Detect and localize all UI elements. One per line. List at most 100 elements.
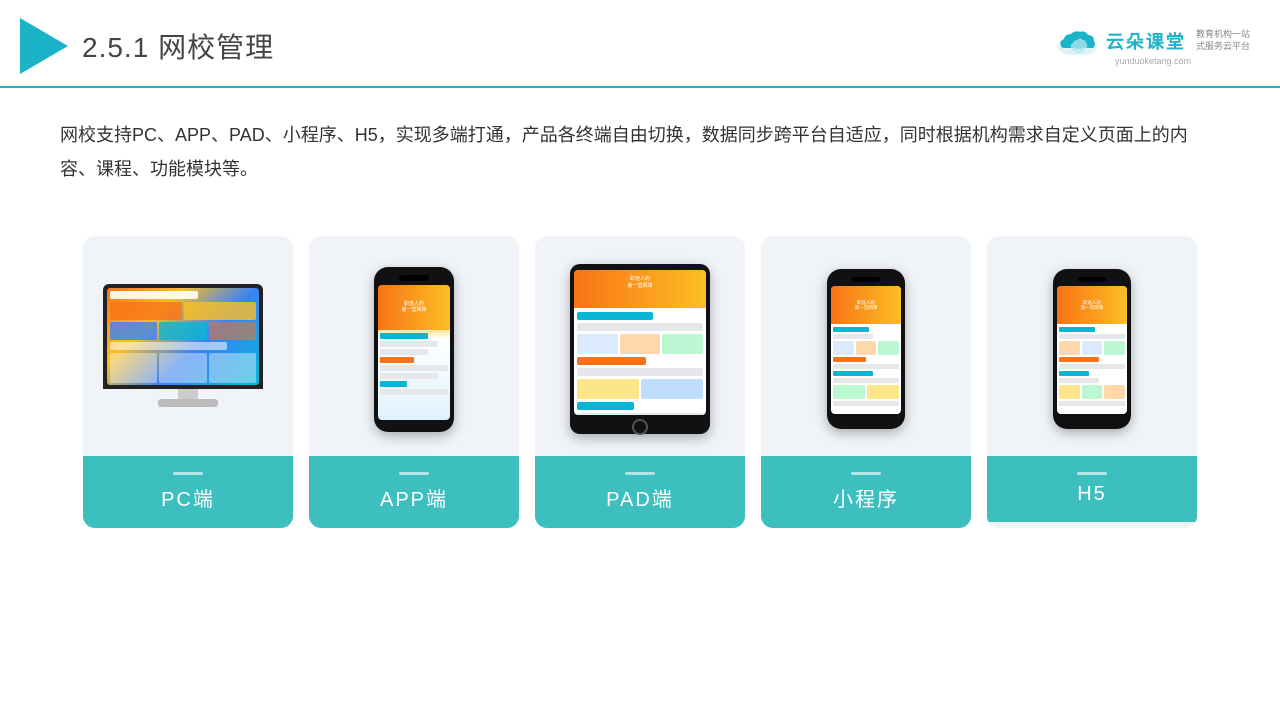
miniapp-image-area: 职途人的第一堂网课 — [761, 236, 971, 456]
pad-cell-4 — [577, 379, 639, 399]
h5-icon-2 — [1082, 341, 1103, 355]
card-label-pad: PAD端 — [535, 456, 745, 528]
card-app: 职途人的第一堂网课 APP端 — [309, 236, 519, 528]
pc-block-1 — [110, 302, 182, 320]
card-h5: 职途人的第一堂网课 — [987, 236, 1197, 528]
h5-row-3 — [1059, 357, 1099, 362]
pad-cell-2 — [620, 334, 661, 354]
pc-screen-outer — [103, 284, 263, 389]
h5-screen-text: 职途人的第一堂网课 — [1081, 300, 1104, 312]
logo-tagline: 教育机构一站 式服务云平台 — [1196, 29, 1250, 52]
card-miniapp: 职途人的第一堂网课 — [761, 236, 971, 528]
pad-row-2 — [577, 323, 703, 331]
pad-screen: 职途人的第一堂网课 — [574, 270, 706, 415]
app-phone-notch — [399, 275, 429, 281]
app-row-7 — [380, 381, 407, 387]
pad-image-area: 职途人的第一堂网课 — [535, 236, 745, 456]
miniapp-screen-body — [831, 324, 901, 411]
logo-url: yunduoketang.com — [1115, 56, 1191, 66]
app-phone-screen: 职途人的第一堂网课 — [378, 285, 450, 420]
pc-bar-1 — [110, 291, 198, 299]
pc-screen-inner — [107, 288, 259, 385]
app-screen-body — [378, 330, 450, 400]
card-pc: PC端 — [83, 236, 293, 528]
mini-row-6 — [833, 378, 899, 383]
h5-icons-1 — [1059, 341, 1125, 355]
pad-grid-1 — [577, 334, 703, 354]
h5-row-2 — [1059, 334, 1125, 339]
page-title: 2.5.1 网校管理 — [82, 26, 274, 66]
miniapp-screen-text: 职途人的第一堂网课 — [855, 300, 878, 312]
h5-screen: 职途人的第一堂网课 — [1057, 286, 1127, 414]
description: 网校支持PC、APP、PAD、小程序、H5，实现多端打通，产品各终端自由切换，数… — [0, 88, 1280, 206]
app-row-6 — [380, 373, 438, 379]
mini-row-2 — [833, 334, 873, 339]
h5-icons-2 — [1059, 385, 1125, 399]
app-phone-mockup: 职途人的第一堂网课 — [374, 267, 454, 432]
pad-home-button — [632, 419, 648, 435]
pad-row-4 — [577, 368, 703, 376]
pad-row-1 — [577, 312, 653, 320]
card-label-h5: H5 — [987, 456, 1197, 522]
pc-block-3 — [110, 322, 157, 340]
mini-icon-3 — [878, 341, 899, 355]
mini-icon-1 — [833, 341, 854, 355]
app-row-2 — [380, 341, 438, 347]
mini-row-7 — [833, 401, 899, 406]
h5-row-1 — [1059, 327, 1095, 332]
miniapp-notch — [852, 277, 880, 282]
h5-row-7 — [1059, 401, 1125, 406]
mini-row-3 — [833, 357, 866, 362]
pad-row-3 — [577, 357, 646, 365]
h5-icon-6 — [1104, 385, 1125, 399]
h5-screen-body — [1057, 324, 1127, 411]
pad-row-6 — [577, 413, 703, 415]
mini-icons-2 — [833, 385, 899, 399]
miniapp-screen: 职途人的第一堂网课 — [831, 286, 901, 414]
pc-block-2 — [184, 302, 256, 320]
h5-icon-5 — [1082, 385, 1103, 399]
pc-bar-2 — [110, 342, 227, 350]
pad-grid-2 — [577, 379, 703, 399]
h5-image-area: 职途人的第一堂网课 — [987, 236, 1197, 456]
mini-row-1 — [833, 327, 869, 332]
pc-stand-neck — [178, 389, 198, 399]
cards-container: PC端 职途人的第一堂网课 — [0, 216, 1280, 528]
pc-block-7 — [159, 353, 206, 383]
pc-mockup — [103, 284, 273, 414]
title-number: 2.5.1 — [82, 32, 149, 63]
card-label-miniapp: 小程序 — [761, 456, 971, 528]
h5-icon-3 — [1104, 341, 1125, 355]
app-row-1 — [380, 333, 428, 339]
mini-row-5 — [833, 371, 873, 376]
card-label-pc: PC端 — [83, 456, 293, 528]
h5-icon-1 — [1059, 341, 1080, 355]
pc-block-6 — [110, 353, 157, 383]
pc-block-4 — [159, 322, 206, 340]
pc-block-5 — [209, 322, 256, 340]
mini-icon-4 — [833, 385, 865, 399]
mini-row-4 — [833, 364, 899, 369]
card-pad: 职途人的第一堂网课 — [535, 236, 745, 528]
pad-screen-body — [574, 308, 706, 415]
pad-row-5 — [577, 402, 634, 410]
h5-notch — [1078, 277, 1106, 282]
card-label-app: APP端 — [309, 456, 519, 528]
miniapp-phone-mockup: 职途人的第一堂网课 — [827, 269, 905, 429]
logo-text: 云朵课堂 — [1106, 28, 1186, 54]
pad-cell-3 — [662, 334, 703, 354]
logo-area: 云朵课堂 教育机构一站 式服务云平台 yunduoketang.com — [1056, 26, 1250, 66]
h5-row-4 — [1059, 364, 1125, 369]
pc-image-area — [83, 236, 293, 456]
pad-mockup: 职途人的第一堂网课 — [570, 264, 710, 434]
pad-screen-top: 职途人的第一堂网课 — [574, 270, 706, 308]
app-screen-top: 职途人的第一堂网课 — [378, 285, 450, 330]
h5-row-5 — [1059, 371, 1089, 376]
header-left: 2.5.1 网校管理 — [20, 18, 274, 74]
mini-icon-2 — [856, 341, 877, 355]
title-text: 网校管理 — [158, 32, 274, 63]
logo-cloud: 云朵课堂 教育机构一站 式服务云平台 — [1056, 26, 1250, 56]
app-row-8 — [380, 389, 448, 395]
app-image-area: 职途人的第一堂网课 — [309, 236, 519, 456]
h5-phone-mockup: 职途人的第一堂网课 — [1053, 269, 1131, 429]
